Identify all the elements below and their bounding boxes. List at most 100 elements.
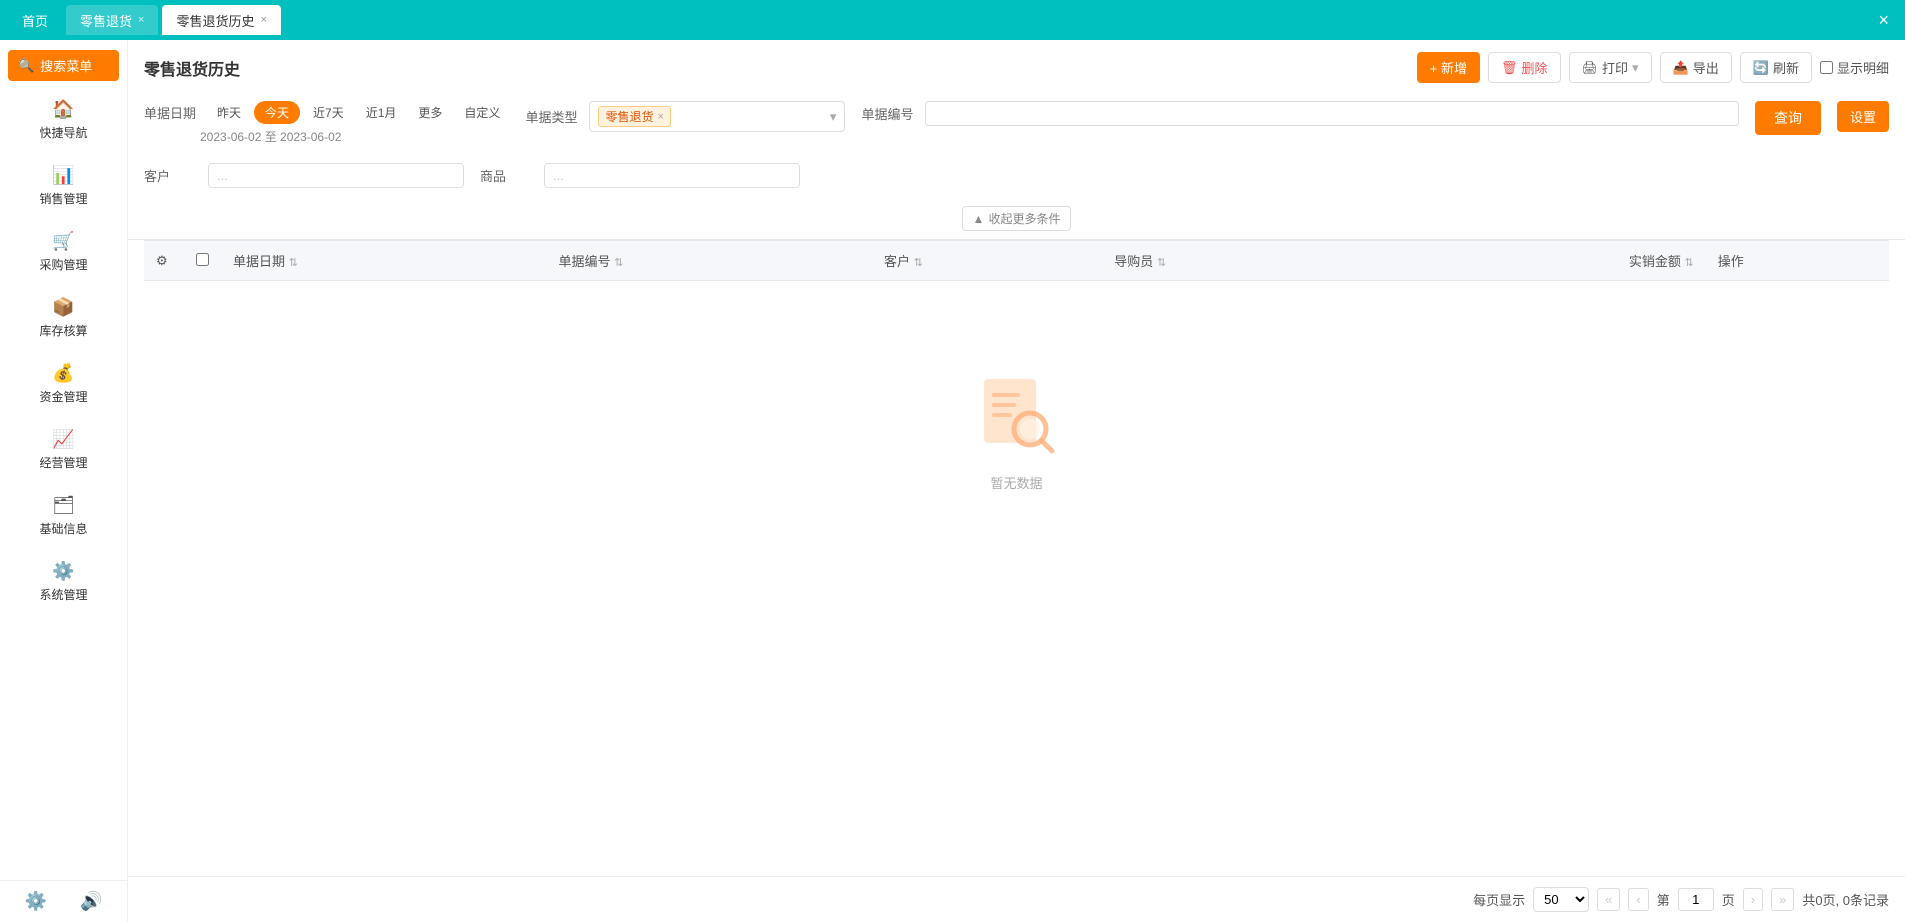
delete-button[interactable]: 🗑 删除 xyxy=(1488,52,1561,83)
pagination-bar: 每页显示 50 20 100 « ‹ 第 页 › xyxy=(128,876,1905,922)
refresh-button[interactable]: 🔄 刷新 xyxy=(1740,52,1812,83)
doc-type-chevron-icon: ▾ xyxy=(830,109,837,125)
sidebar-item-finance-label: 资金管理 xyxy=(39,388,87,405)
sidebar-item-quick-nav[interactable]: 🏠 快捷导航 xyxy=(4,89,123,151)
tab-retail-return-close[interactable]: × xyxy=(138,14,144,26)
print-button[interactable]: 🖨 打印 ▾ xyxy=(1569,52,1652,83)
date-filter-buttons: 昨天 今天 近7天 近1月 更多 自定义 xyxy=(208,101,509,124)
table-container[interactable]: ⚙ 单据日期 ⇅ 单据编号 ⇅ xyxy=(128,240,1905,876)
per-page-select[interactable]: 50 20 100 xyxy=(1533,887,1589,912)
sidebar-bottom: ⚙️ 🔊 xyxy=(0,880,127,922)
customer-filter-item: 客户 ... xyxy=(144,163,464,188)
data-table: ⚙ 单据日期 ⇅ 单据编号 ⇅ xyxy=(144,240,1889,582)
settings-button[interactable]: 设置 xyxy=(1837,101,1889,132)
date-filter-item: 单据日期 昨天 今天 近7天 近1月 更多 自定义 202 xyxy=(144,101,509,145)
tab-home[interactable]: 首页 xyxy=(8,5,62,35)
doc-type-tag-close[interactable]: × xyxy=(657,111,663,123)
date-btn-7days[interactable]: 近7天 xyxy=(304,101,353,124)
content-inner: 零售退货历史 + 新增 🗑 删除 🖨 打印 ▾ xyxy=(128,40,1905,922)
finance-icon: 💰 xyxy=(52,363,74,384)
export-button[interactable]: 📤 导出 xyxy=(1660,52,1732,83)
total-records-label: 共0页, 0条记录 xyxy=(1802,890,1889,909)
sidebar-item-purchase-mgmt[interactable]: 🛒 采购管理 xyxy=(4,221,123,283)
select-all-checkbox[interactable] xyxy=(196,253,209,266)
date-btn-1month[interactable]: 近1月 xyxy=(357,101,406,124)
th-settings[interactable]: ⚙ xyxy=(144,241,184,281)
sidebar-item-system-mgmt[interactable]: ⚙️ 系统管理 xyxy=(4,551,123,613)
empty-text: 暂无数据 xyxy=(990,473,1042,492)
th-amount[interactable]: 实销金额 ⇅ xyxy=(1380,241,1706,281)
th-date[interactable]: 单据日期 ⇅ xyxy=(221,241,547,281)
sidebar-search-bar[interactable]: 🔍 搜索菜单 xyxy=(8,50,119,81)
export-icon: 📤 xyxy=(1673,60,1689,76)
tab-retail-return-history[interactable]: 零售退货历史 × xyxy=(162,5,280,35)
sidebar-item-system-label: 系统管理 xyxy=(39,586,87,603)
date-btn-yesterday[interactable]: 昨天 xyxy=(208,101,250,124)
delete-button-label: 删除 xyxy=(1522,58,1548,77)
th-customer-sort-icon: ⇅ xyxy=(914,257,923,269)
doc-type-tag: 零售退货 × xyxy=(598,106,670,127)
customer-select[interactable]: ... xyxy=(208,163,464,188)
date-btn-custom[interactable]: 自定义 xyxy=(455,101,509,124)
last-page-icon: » xyxy=(1779,892,1786,907)
volume-bottom-icon[interactable]: 🔊 xyxy=(80,891,102,912)
doc-type-label: 单据类型 xyxy=(525,107,581,126)
tab-retail-return-history-close[interactable]: × xyxy=(260,14,266,26)
first-page-button[interactable]: « xyxy=(1597,888,1620,911)
settings-bottom-icon[interactable]: ⚙️ xyxy=(25,891,47,912)
tab-retail-return[interactable]: 零售退货 × xyxy=(66,5,158,35)
prev-page-button[interactable]: ‹ xyxy=(1628,888,1648,911)
doc-type-select[interactable]: 零售退货 × ▾ xyxy=(589,101,845,132)
sidebar-item-operations[interactable]: 📈 经营管理 xyxy=(4,419,123,481)
toolbar: + 新增 🗑 删除 🖨 打印 ▾ 📤 导出 xyxy=(1417,52,1889,83)
th-customer[interactable]: 客户 ⇅ xyxy=(872,241,1102,281)
sidebar-item-sales-mgmt[interactable]: 📊 销售管理 xyxy=(4,155,123,217)
query-button[interactable]: 查询 xyxy=(1755,101,1821,135)
sidebar-item-sales-label: 销售管理 xyxy=(39,190,87,207)
th-action: 操作 xyxy=(1706,241,1889,281)
sidebar-item-inventory[interactable]: 📦 库存核算 xyxy=(4,287,123,349)
th-customer-label: 客户 xyxy=(884,254,910,269)
customer-placeholder: ... xyxy=(217,168,228,183)
date-btn-more[interactable]: 更多 xyxy=(409,101,451,124)
show-details-checkbox[interactable] xyxy=(1820,61,1833,74)
table-header-row: ⚙ 单据日期 ⇅ 单据编号 ⇅ xyxy=(144,241,1889,281)
th-guide[interactable]: 导购员 ⇅ xyxy=(1102,241,1380,281)
doc-type-filter-item: 单据类型 零售退货 × ▾ xyxy=(525,101,845,132)
date-btn-today[interactable]: 今天 xyxy=(254,101,300,124)
print-button-label: 打印 xyxy=(1602,58,1628,77)
sidebar-item-purchase-label: 采购管理 xyxy=(39,256,87,273)
sidebar-search-label: 搜索菜单 xyxy=(40,56,92,75)
last-page-button[interactable]: » xyxy=(1771,888,1794,911)
th-number[interactable]: 单据编号 ⇅ xyxy=(547,241,873,281)
current-page-input[interactable] xyxy=(1678,888,1714,911)
delete-icon: 🗑 xyxy=(1501,60,1518,76)
collapse-button[interactable]: ▲ 收起更多条件 xyxy=(962,206,1072,231)
top-bar: 首页 零售退货 × 零售退货历史 × × xyxy=(0,0,1905,40)
th-date-label: 单据日期 xyxy=(233,254,285,269)
goods-select[interactable]: ... xyxy=(544,163,800,188)
show-details-checkbox-label[interactable]: 显示明细 xyxy=(1820,58,1889,77)
system-icon: ⚙️ xyxy=(52,561,74,582)
print-chevron-icon: ▾ xyxy=(1632,60,1639,76)
doc-number-input[interactable] xyxy=(925,101,1739,126)
th-checkbox[interactable] xyxy=(184,241,221,281)
settings-column-icon[interactable]: ⚙ xyxy=(156,253,168,268)
search-icon: 🔍 xyxy=(18,58,34,74)
th-amount-label: 实销金额 xyxy=(1629,254,1681,269)
print-icon: 🖨 xyxy=(1582,60,1599,76)
next-page-button[interactable]: › xyxy=(1743,888,1763,911)
new-button[interactable]: + 新增 xyxy=(1417,52,1480,83)
window-close-button[interactable]: × xyxy=(1870,10,1897,31)
doc-number-label: 单据编号 xyxy=(861,104,917,123)
page-title-row: 零售退货历史 + 新增 🗑 删除 🖨 打印 ▾ xyxy=(144,52,1889,83)
sidebar-item-finance[interactable]: 💰 资金管理 xyxy=(4,353,123,415)
th-amount-sort-icon: ⇅ xyxy=(1684,257,1693,269)
empty-illustration xyxy=(972,371,1062,461)
th-date-sort-icon: ⇅ xyxy=(289,257,298,269)
sidebar-item-basic-info[interactable]: 🗂 基础信息 xyxy=(4,485,123,547)
goods-label: 商品 xyxy=(480,166,536,185)
th-number-sort-icon: ⇅ xyxy=(614,257,623,269)
export-button-label: 导出 xyxy=(1693,58,1719,77)
goods-placeholder: ... xyxy=(553,168,564,183)
